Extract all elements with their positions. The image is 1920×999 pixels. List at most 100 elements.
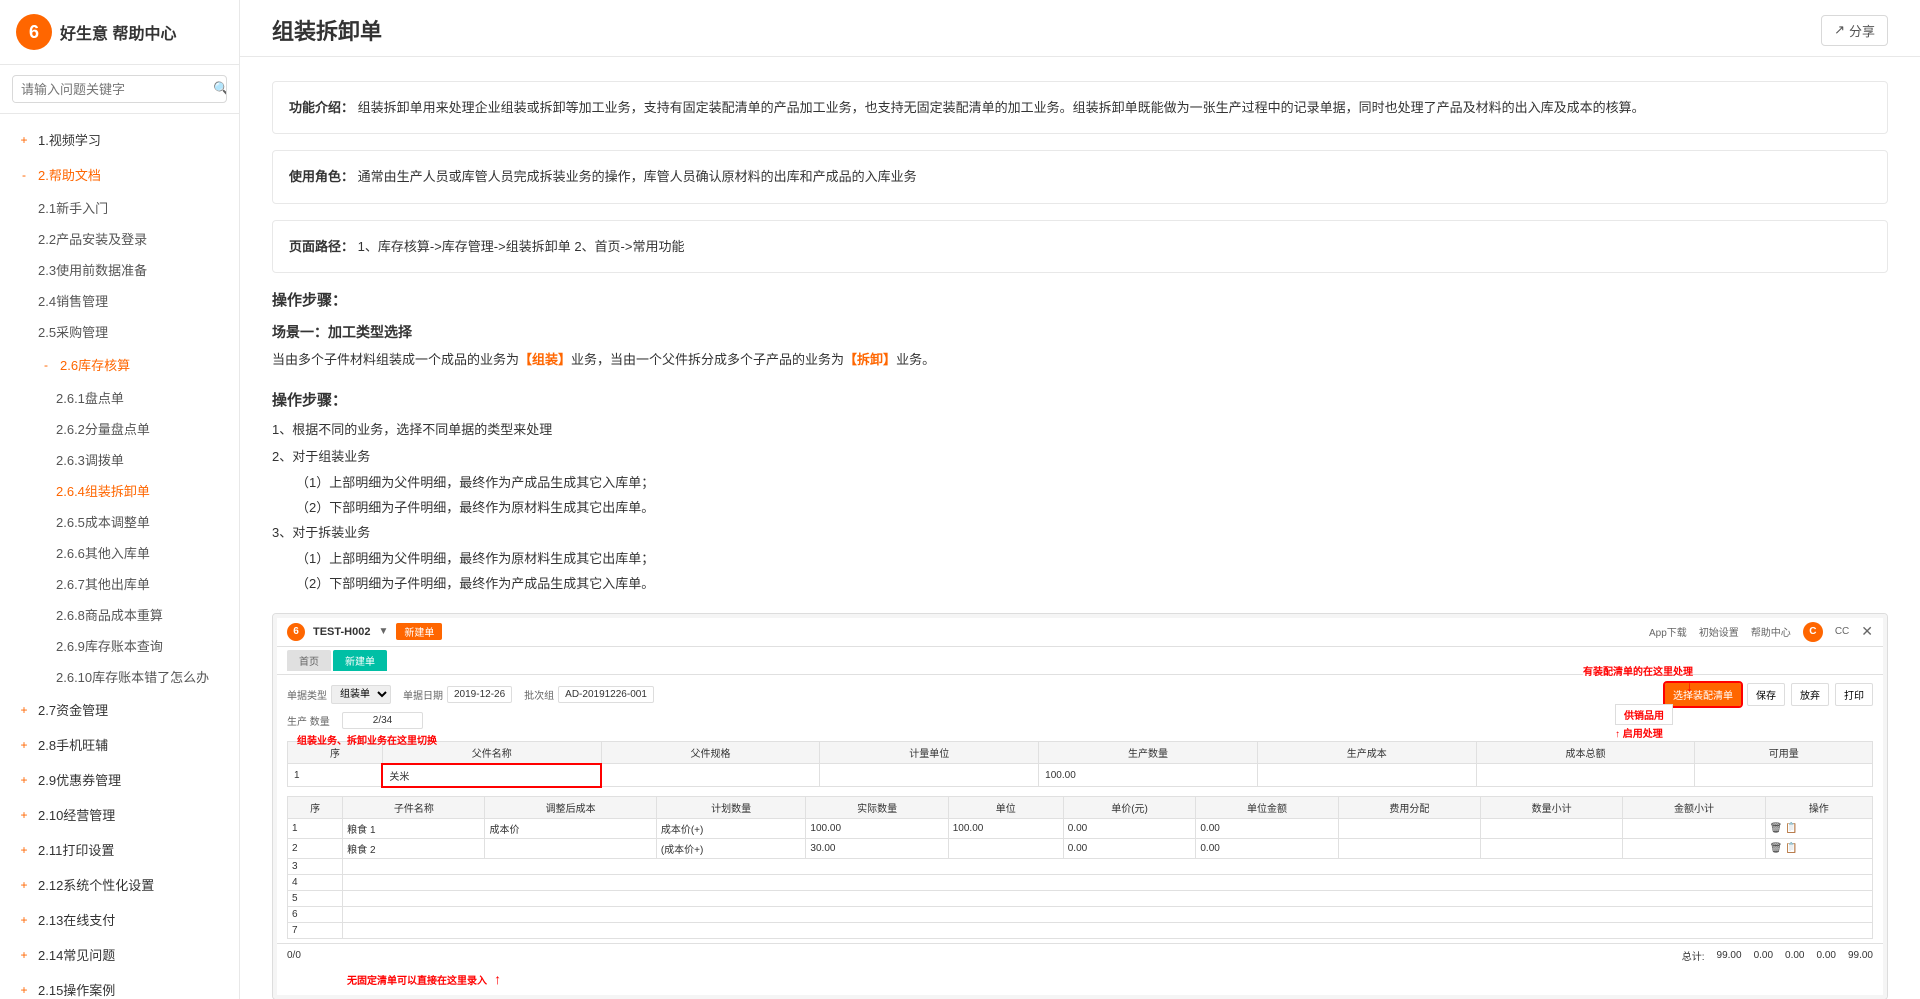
- sub-td-empty-4: [343, 874, 1873, 890]
- sub-th-actual-qty: 实际数量: [806, 796, 948, 818]
- sidebar-item-2-10[interactable]: + 2.10经营管理: [0, 797, 239, 832]
- sidebar-item-2-2[interactable]: 2.2产品安装及登录: [0, 223, 239, 254]
- ui-total-label: 总计:: [1682, 948, 1705, 963]
- annotation-4-text: 无固定清单可以直接在这里录入: [347, 976, 487, 987]
- table-row-child-4: 4: [288, 874, 1873, 890]
- td-avail-1: [1695, 764, 1873, 787]
- sidebar-item-2-6-5[interactable]: 2.6.5成本调整单: [0, 506, 239, 537]
- sidebar-item-2-15[interactable]: + 2.15操作案例: [0, 972, 239, 999]
- sub-th-cost-alloc: 费用分配: [1338, 796, 1480, 818]
- sub-th-unit-price: 单价(元): [1063, 796, 1196, 818]
- role-text: 通常由生产人员或库管人员完成拆装业务的操作，库管人员确认原材料的出库和产成品的入…: [358, 169, 917, 184]
- table-row-child-7: 7: [288, 922, 1873, 938]
- ui-titlebar: 6 TEST-H002 ▼ 新建单 App下载 初始设置 帮助中心 C CC ✕: [277, 618, 1883, 647]
- search-input[interactable]: [13, 77, 205, 102]
- sidebar-item-videos[interactable]: + 1.视频学习: [0, 122, 239, 157]
- sidebar-item-2-6-6[interactable]: 2.6.6其他入库单: [0, 537, 239, 568]
- ui-total-2: 0.00: [1754, 950, 1773, 961]
- ui-batch-label: 批次组: [524, 687, 554, 702]
- sidebar-item-2-6-2[interactable]: 2.6.2分量盘点单: [0, 413, 239, 444]
- sub-td-unit-2: [948, 838, 1063, 858]
- numbered-list: 1、根据不同的业务，选择不同单据的类型来处理 2、对于组装业务 （1）上部明细为…: [272, 418, 1888, 597]
- sub-td-op-1[interactable]: 🗑 📋: [1765, 818, 1872, 838]
- sub-td-name-1: 粮食 1: [343, 818, 485, 838]
- page-title: 组装拆卸单: [272, 14, 382, 46]
- table-row-child-2: 2 粮食 2 (成本价+) 30.00 0.00 0.00: [288, 838, 1873, 858]
- sub-th-unit-amt: 单位金额: [1196, 796, 1338, 818]
- annotation-3-wrap: 供销品用 ↑ 启用处理: [1615, 704, 1673, 740]
- sub-td-empty-6: [343, 906, 1873, 922]
- intro-text: 组装拆卸单用来处理企业组装或拆卸等加工业务，支持有固定装配清单的产品加工业务，也…: [358, 100, 1645, 115]
- sub-td-seq-5: 5: [288, 890, 343, 906]
- sidebar-item-2-8[interactable]: + 2.8手机旺辅: [0, 727, 239, 762]
- sidebar-item-2-9[interactable]: + 2.9优惠券管理: [0, 762, 239, 797]
- expand-icon-2-9: +: [16, 772, 32, 788]
- ui-new-btn[interactable]: 新建单: [396, 623, 442, 640]
- sidebar-item-2-5[interactable]: 2.5采购管理: [0, 316, 239, 347]
- sidebar-item-2-3[interactable]: 2.3使用前数据准备: [0, 254, 239, 285]
- ui-save-btn[interactable]: 保存: [1747, 683, 1785, 706]
- logo-icon: 6: [16, 14, 52, 50]
- sidebar-item-2-6-1[interactable]: 2.6.1盘点单: [0, 382, 239, 413]
- sub-td-seq-7: 7: [288, 922, 343, 938]
- ui-print-btn[interactable]: 打印: [1835, 683, 1873, 706]
- app-name: 好生意 帮助中心: [60, 20, 176, 44]
- scene1-desc: 当由多个子件材料组装成一个成品的业务为【组装】业务，当由一个父件拆分成多个子产品…: [272, 348, 1888, 373]
- sidebar-item-2-7[interactable]: + 2.7资金管理: [0, 692, 239, 727]
- ui-type-select[interactable]: 组装单 拆卸单: [331, 685, 391, 704]
- scene1-title: 场景一：加工类型选择: [272, 322, 1888, 342]
- expand-icon-docs: -: [16, 167, 32, 183]
- expand-icon-2-8: +: [16, 737, 32, 753]
- sidebar-item-2-13[interactable]: + 2.13在线支付: [0, 902, 239, 937]
- ui-action-btns: 选择装配清单 保存 放弃 打印: [1665, 683, 1873, 706]
- search-button[interactable]: 🔍: [205, 76, 227, 102]
- ui-tab-active[interactable]: 新建单: [333, 650, 387, 671]
- expand-icon-videos: +: [16, 132, 32, 148]
- sidebar-label-2-8: 2.8手机旺辅: [38, 735, 108, 754]
- ui-cancel-btn[interactable]: 放弃: [1791, 683, 1829, 706]
- steps-title: 操作步骤：: [272, 289, 1888, 310]
- sub-td-op-2[interactable]: 🗑 📋: [1765, 838, 1872, 858]
- sidebar-item-2-12[interactable]: + 2.12系统个性化设置: [0, 867, 239, 902]
- sidebar-item-docs[interactable]: - 2.帮助文档: [0, 157, 239, 192]
- ui-total-4: 0.00: [1817, 950, 1836, 961]
- sidebar-item-2-6-9[interactable]: 2.6.9库存账本查询: [0, 630, 239, 661]
- share-button[interactable]: ↗ 分享: [1821, 15, 1888, 46]
- td-seq-1: 1: [288, 764, 383, 787]
- th-prod-cost: 生产成本: [1257, 741, 1476, 764]
- sidebar-item-2-14[interactable]: + 2.14常见问题: [0, 937, 239, 972]
- annotation-3-arrow: ↑ 启用处理: [1615, 725, 1673, 740]
- ui-parent-table-wrap: 序 父件名称 父件规格 计量单位 生产数量 生产成本 成本总额 可用量: [277, 741, 1883, 792]
- sidebar-item-2-6-7[interactable]: 2.6.7其他出库单: [0, 568, 239, 599]
- table-row-parent-1: 1 关米 100.00: [288, 764, 1873, 787]
- td-parent-name-1[interactable]: 关米: [382, 764, 601, 787]
- expand-icon-2-10: +: [16, 807, 32, 823]
- ui-date-value[interactable]: 2019-12-26: [447, 686, 512, 703]
- ui-tab-home[interactable]: 首页: [287, 650, 331, 671]
- sidebar-item-2-6-8[interactable]: 2.6.8商品成本重算: [0, 599, 239, 630]
- sidebar-item-2-4[interactable]: 2.4销售管理: [0, 285, 239, 316]
- sidebar-item-2-6-4[interactable]: 2.6.4组装拆卸单: [0, 475, 239, 506]
- sidebar-item-2-11[interactable]: + 2.11打印设置: [0, 832, 239, 867]
- sub-td-price-2: 0.00: [1063, 838, 1196, 858]
- ui-child-table: 序 子件名称 调整后成本 计划数量 实际数量 单位 单价(元) 单位金额 费用分…: [287, 796, 1873, 939]
- ui-qty-value[interactable]: 2/34: [342, 712, 423, 729]
- annotation-1-text: 有装配清单的在这里处理: [1583, 663, 1693, 678]
- td-prod-qty-1: 100.00: [1039, 764, 1258, 787]
- ui-title-id: TEST-H002: [313, 626, 370, 638]
- steps-title2: 操作步骤：: [272, 389, 1888, 410]
- main-header: 组装拆卸单 ↗ 分享: [240, 0, 1920, 57]
- sidebar: 6 好生意 帮助中心 🔍 + 1.视频学习 - 2.帮助文档 2.1新手入门 2…: [0, 0, 240, 999]
- annotation-4-wrap: 无固定清单可以直接在这里录入 ↑: [277, 971, 1883, 995]
- sidebar-item-2-1[interactable]: 2.1新手入门: [0, 192, 239, 223]
- sidebar-item-2-6-10[interactable]: 2.6.10库存账本错了怎么办: [0, 661, 239, 692]
- th-parent-spec: 父件规格: [601, 741, 820, 764]
- sidebar-item-2-6-3[interactable]: 2.6.3调拨单: [0, 444, 239, 475]
- sidebar-item-2-6[interactable]: - 2.6库存核算: [0, 347, 239, 382]
- ui-close-icon[interactable]: ✕: [1861, 623, 1873, 640]
- sub-td-empty-5: [343, 890, 1873, 906]
- ui-activate-input[interactable]: 供销品用: [1615, 704, 1673, 725]
- sub-td-amt-sub-1: [1623, 818, 1765, 838]
- sub-td-amt-sub-2: [1623, 838, 1765, 858]
- annotation-4-arrow: ↑: [494, 971, 501, 987]
